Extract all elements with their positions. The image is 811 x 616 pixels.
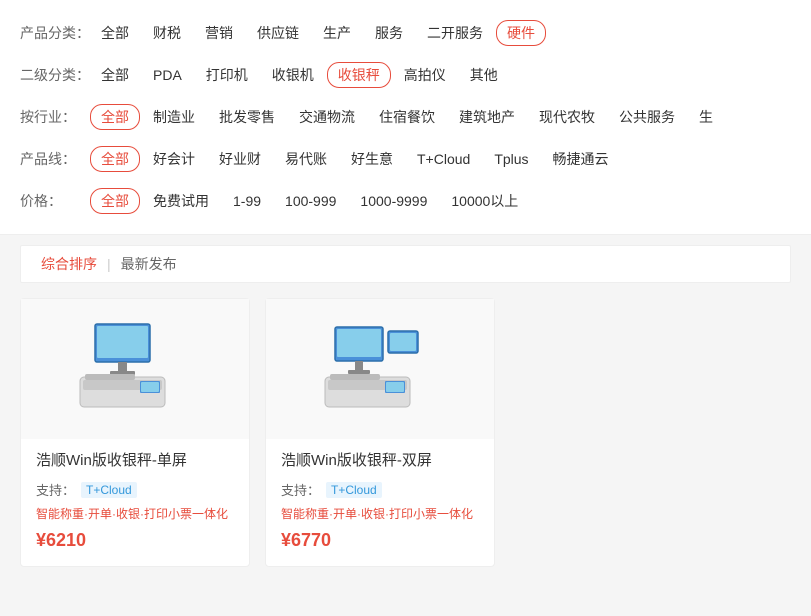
product-name-1: 浩顺Win版收银秤-单屏 [36,449,234,470]
product-name-2: 浩顺Win版收银秤-双屏 [281,449,479,470]
cat-open[interactable]: 二开服务 [416,20,494,46]
product-category-label: 产品分类： [20,23,90,43]
cat-tax[interactable]: 财税 [142,20,192,46]
product-line-row: 产品线： 全部 好会计 好业财 易代账 好生意 T+Cloud Tplus 畅捷… [20,138,791,180]
product-price-1: ¥6210 [36,530,234,551]
sec-other[interactable]: 其他 [459,62,509,88]
support-tag-1: T+Cloud [81,482,137,498]
product-image-svg-2 [320,319,440,419]
product-image-svg-1 [75,319,195,419]
secondary-category-row: 二级分类： 全部 PDA 打印机 收银机 收银秤 高拍仪 其他 [20,54,791,96]
sec-cashscale[interactable]: 收银秤 [327,62,391,88]
price-1000-9999[interactable]: 1000-9999 [349,190,438,212]
cat-marketing[interactable]: 营销 [194,20,244,46]
product-image-2 [266,299,494,439]
product-category-row: 产品分类： 全部 财税 营销 供应链 生产 服务 二开服务 硬件 [20,12,791,54]
ind-manufacturing[interactable]: 制造业 [142,104,206,130]
ind-other[interactable]: 生 [688,104,724,130]
product-info-1: 浩顺Win版收银秤-单屏 支持： T+Cloud 智能称重·开单·收银·打印小票… [21,439,249,551]
support-tag-2: T+Cloud [326,482,382,498]
product-card-2[interactable]: 浩顺Win版收银秤-双屏 支持： T+Cloud 智能称重·开单·收银·打印小票… [265,298,495,567]
ind-construction[interactable]: 建筑地产 [448,104,526,130]
sort-latest[interactable]: 最新发布 [116,254,182,274]
product-line-label: 产品线： [20,149,90,169]
price-items: 全部 免费试用 1-99 100-999 1000-9999 10000以上 [90,188,529,214]
sec-printer[interactable]: 打印机 [195,62,259,88]
cat-service[interactable]: 服务 [364,20,414,46]
filter-section: 产品分类： 全部 财税 营销 供应链 生产 服务 二开服务 硬件 二级分类： 全… [0,0,811,235]
product-support-2: 支持： T+Cloud [281,480,479,499]
support-label-1: 支持： [36,480,75,499]
pl-hsi[interactable]: 好生意 [340,146,404,172]
product-card-1[interactable]: 浩顺Win版收银秤-单屏 支持： T+Cloud 智能称重·开单·收银·打印小票… [20,298,250,567]
pl-tplus[interactable]: Tplus [483,148,539,170]
sort-bar: 综合排序 | 最新发布 [20,245,791,283]
industry-row: 按行业： 全部 制造业 批发零售 交通物流 住宿餐饮 建筑地产 现代农牧 公共服… [20,96,791,138]
product-info-2: 浩顺Win版收银秤-双屏 支持： T+Cloud 智能称重·开单·收银·打印小票… [266,439,494,551]
price-10000plus[interactable]: 10000以上 [440,188,529,214]
price-100-999[interactable]: 100-999 [274,190,347,212]
product-category-items: 全部 财税 营销 供应链 生产 服务 二开服务 硬件 [90,20,546,46]
product-image-1 [21,299,249,439]
price-1-99[interactable]: 1-99 [222,190,272,212]
product-price-2: ¥6770 [281,530,479,551]
industry-label: 按行业： [20,107,90,127]
sec-highcam[interactable]: 高拍仪 [393,62,457,88]
ind-hospitality[interactable]: 住宿餐饮 [368,104,446,130]
cat-supply[interactable]: 供应链 [246,20,310,46]
secondary-category-label: 二级分类： [20,65,90,85]
cat-production[interactable]: 生产 [312,20,362,46]
pl-tcloud[interactable]: T+Cloud [406,148,481,170]
product-desc-1: 智能称重·开单·收银·打印小票一体化 [36,505,234,522]
pl-hkj[interactable]: 好会计 [142,146,206,172]
pl-all[interactable]: 全部 [90,146,140,172]
product-grid: 浩顺Win版收银秤-单屏 支持： T+Cloud 智能称重·开单·收银·打印小票… [0,283,811,582]
pl-ydk[interactable]: 易代账 [274,146,338,172]
pl-hyc[interactable]: 好业财 [208,146,272,172]
secondary-category-items: 全部 PDA 打印机 收银机 收银秤 高拍仪 其他 [90,62,509,88]
support-label-2: 支持： [281,480,320,499]
pl-changjieyun[interactable]: 畅捷通云 [542,146,620,172]
price-row: 价格： 全部 免费试用 1-99 100-999 1000-9999 10000… [20,180,791,222]
ind-agriculture[interactable]: 现代农牧 [528,104,606,130]
sec-all[interactable]: 全部 [90,62,140,88]
ind-wholesale[interactable]: 批发零售 [208,104,286,130]
cat-hardware[interactable]: 硬件 [496,20,546,46]
product-line-items: 全部 好会计 好业财 易代账 好生意 T+Cloud Tplus 畅捷通云 [90,146,620,172]
industry-items: 全部 制造业 批发零售 交通物流 住宿餐饮 建筑地产 现代农牧 公共服务 生 [90,104,724,130]
sort-divider: | [107,256,111,272]
product-desc-2: 智能称重·开单·收银·打印小票一体化 [281,505,479,522]
sec-cashier[interactable]: 收银机 [261,62,325,88]
product-support-1: 支持： T+Cloud [36,480,234,499]
price-all[interactable]: 全部 [90,188,140,214]
ind-public[interactable]: 公共服务 [608,104,686,130]
price-label: 价格： [20,191,90,211]
sec-pda[interactable]: PDA [142,64,193,86]
ind-all[interactable]: 全部 [90,104,140,130]
ind-transport[interactable]: 交通物流 [288,104,366,130]
sort-comprehensive[interactable]: 综合排序 [36,254,102,274]
price-free[interactable]: 免费试用 [142,188,220,214]
cat-all[interactable]: 全部 [90,20,140,46]
